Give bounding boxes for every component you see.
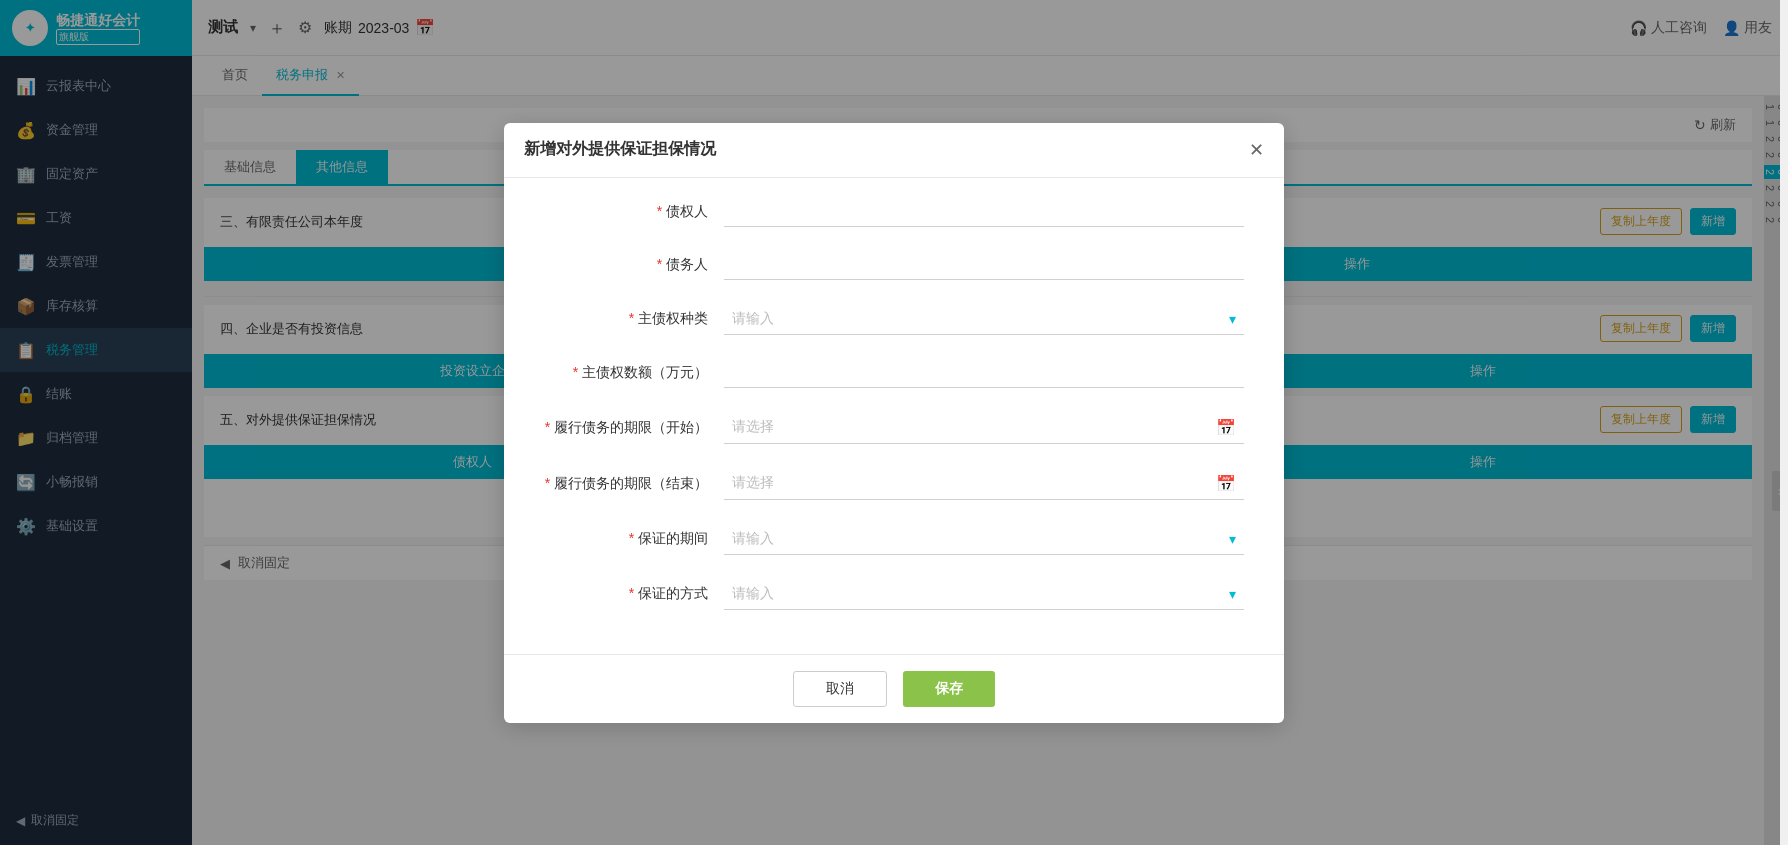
modal-body: * 债权人 * 债务人 * 主债权种类 请输入 [504,178,1284,654]
modal-close-button[interactable]: ✕ [1249,139,1264,161]
chevron-down-icon-3: ▾ [1229,586,1236,602]
select-baozhengfangshi[interactable]: 请输入 ▾ [724,579,1244,610]
date-placeholder-start: 请选择 [732,418,774,436]
form-row-lxqiqi-end: * 履行债务的期限（结束） 请选择 📅 [544,468,1244,500]
required-star-3: * [629,310,634,326]
input-zhaiquanren[interactable] [724,198,1244,227]
label-lxqiqi-start: * 履行债务的期限（开始） [544,419,724,437]
modal-header: 新增对外提供保证担保情况 ✕ [504,123,1284,178]
required-star-7: * [629,530,634,546]
input-zhaiwuren[interactable] [724,251,1244,280]
select-placeholder-baozhengperiod: 请输入 [732,530,774,548]
date-lxqiqi-start[interactable]: 请选择 📅 [724,412,1244,444]
required-star-8: * [629,585,634,601]
form-row-zhuzhaizhonglei: * 主债权种类 请输入 ▾ [544,304,1244,335]
form-row-zhuzhaishue: * 主债权数额（万元） [544,359,1244,388]
select-zhuzhaizhonglei[interactable]: 请输入 ▾ [724,304,1244,335]
label-baozhengfangshi: * 保证的方式 [544,585,724,603]
calendar-icon-end: 📅 [1216,474,1236,493]
modal-overlay: 新增对外提供保证担保情况 ✕ * 债权人 * 债务人 [0,0,1788,845]
form-row-zhaiwuren: * 债务人 [544,251,1244,280]
chevron-down-icon-1: ▾ [1229,311,1236,327]
modal: 新增对外提供保证担保情况 ✕ * 债权人 * 债务人 [504,123,1284,723]
required-star-2: * [657,256,662,272]
date-placeholder-end: 请选择 [732,474,774,492]
select-baozhengperiod[interactable]: 请输入 ▾ [724,524,1244,555]
required-star-6: * [545,475,550,491]
label-zhuzhaishue: * 主债权数额（万元） [544,364,724,382]
modal-footer: 取消 保存 [504,654,1284,723]
form-row-baozhengperiod: * 保证的期间 请输入 ▾ [544,524,1244,555]
modal-title: 新增对外提供保证担保情况 [524,139,716,160]
label-lxqiqi-end: * 履行债务的期限（结束） [544,475,724,493]
select-placeholder-zhuzhaizhonglei: 请输入 [732,310,774,328]
label-zhaiquanren: * 债权人 [544,203,724,221]
chevron-down-icon-2: ▾ [1229,531,1236,547]
label-baozhengperiod: * 保证的期间 [544,530,724,548]
form-row-baozhengfangshi: * 保证的方式 请输入 ▾ [544,579,1244,610]
required-star: * [657,203,662,219]
save-button[interactable]: 保存 [903,671,995,707]
date-lxqiqi-end[interactable]: 请选择 📅 [724,468,1244,500]
form-row-lxqiqi-start: * 履行债务的期限（开始） 请选择 📅 [544,412,1244,444]
form-row-zhaiquanren: * 债权人 [544,198,1244,227]
required-star-5: * [545,419,550,435]
label-zhuzhaizhonglei: * 主债权种类 [544,310,724,328]
select-placeholder-baozhengfangshi: 请输入 [732,585,774,603]
input-zhuzhaishue[interactable] [724,359,1244,388]
calendar-icon-start: 📅 [1216,418,1236,437]
label-zhaiwuren: * 债务人 [544,256,724,274]
cancel-button[interactable]: 取消 [793,671,887,707]
required-star-4: * [573,364,578,380]
